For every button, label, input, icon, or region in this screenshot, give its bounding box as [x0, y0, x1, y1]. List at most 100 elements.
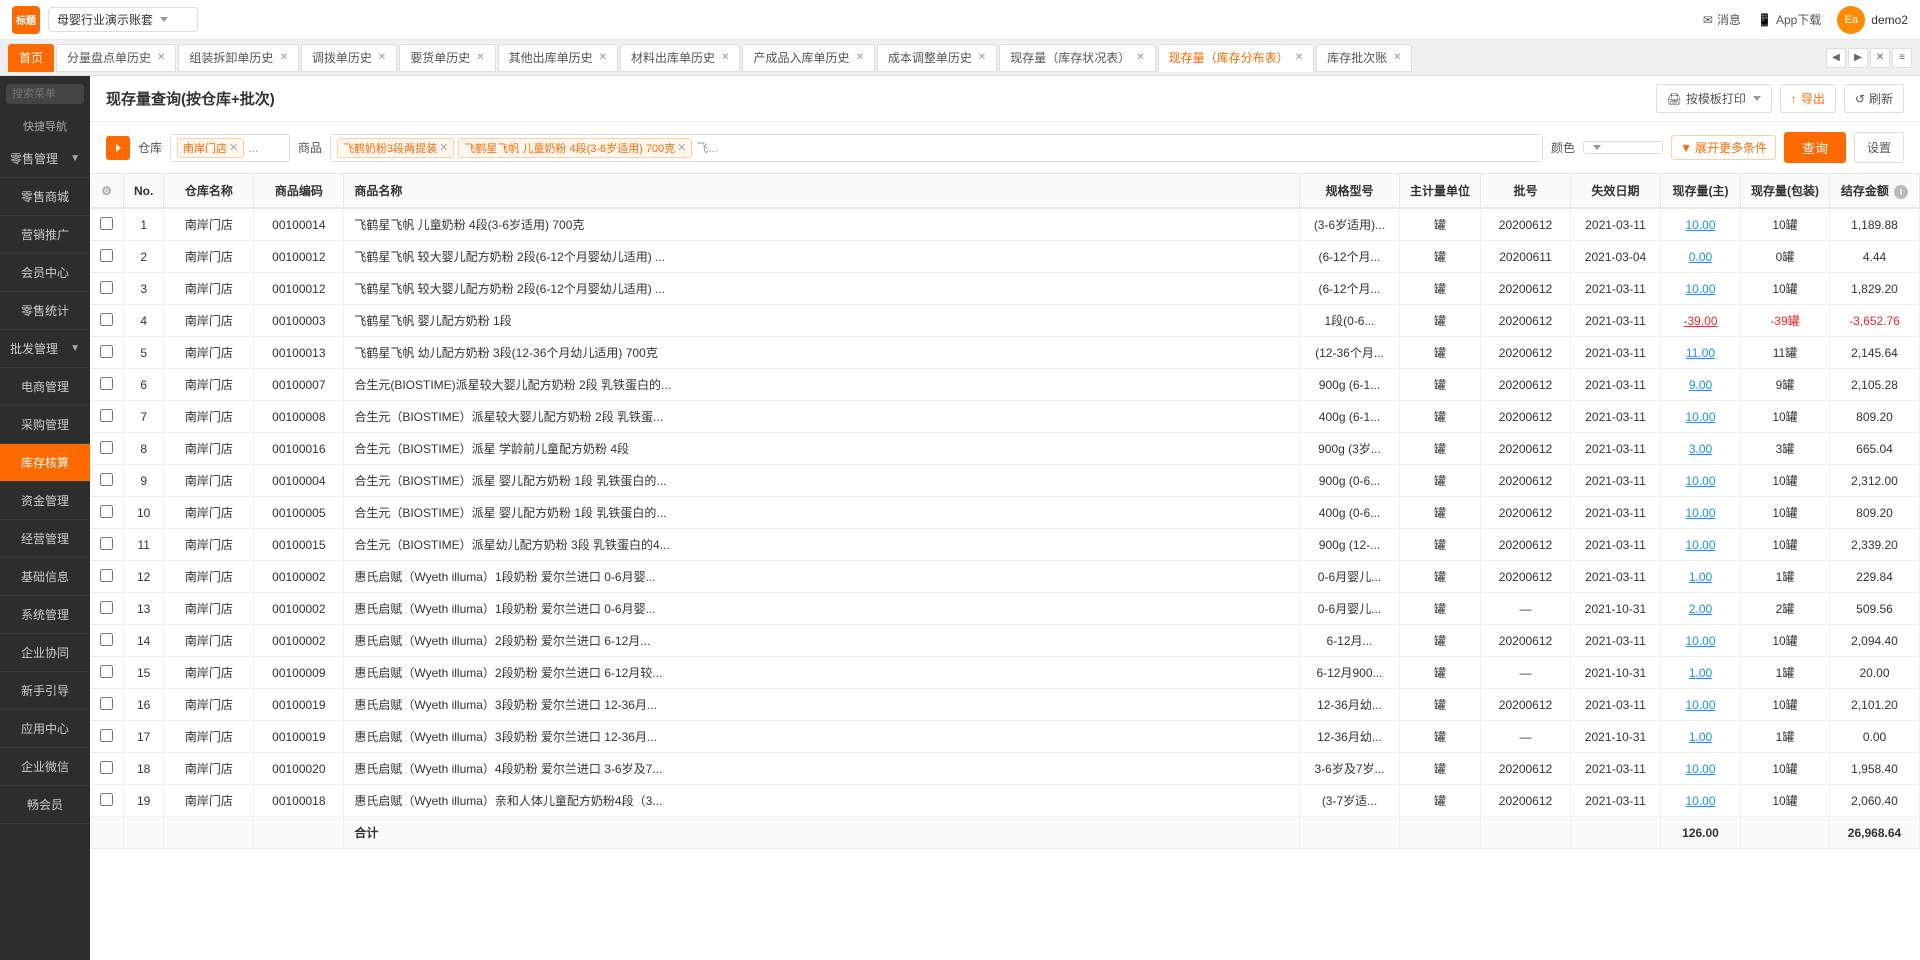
stock-main-link[interactable]: 2.00: [1689, 602, 1712, 616]
tab-split-history[interactable]: 分量盘点单历史 ✕: [56, 44, 176, 72]
sidebar-item-app-center[interactable]: 应用中心: [0, 710, 90, 748]
row-check-input[interactable]: [100, 473, 113, 486]
stock-main-link[interactable]: 1.00: [1689, 570, 1712, 584]
tab-cost-adjust-close-icon[interactable]: ✕: [978, 52, 986, 63]
row-checkbox[interactable]: [90, 273, 124, 305]
row-checkbox[interactable]: [90, 497, 124, 529]
sidebar-item-ecommerce[interactable]: 电商管理: [0, 368, 90, 406]
sidebar-item-inventory[interactable]: 库存核算: [0, 444, 90, 482]
tab-product-in[interactable]: 产成品入库单历史 ✕: [742, 44, 874, 72]
row-check-input[interactable]: [100, 409, 113, 422]
row-checkbox[interactable]: [90, 753, 124, 785]
row-stock-main[interactable]: -39.00: [1661, 305, 1741, 337]
row-checkbox[interactable]: [90, 593, 124, 625]
row-check-input[interactable]: [100, 761, 113, 774]
row-checkbox[interactable]: [90, 369, 124, 401]
row-check-input[interactable]: [100, 729, 113, 742]
print-button[interactable]: 🖨 按模板打印: [1656, 84, 1772, 113]
sidebar-item-retail-store[interactable]: 零售商城: [0, 178, 90, 216]
search-input[interactable]: [6, 84, 84, 104]
stock-main-link[interactable]: 10.00: [1685, 634, 1715, 648]
row-checkbox[interactable]: [90, 689, 124, 721]
row-checkbox[interactable]: [90, 625, 124, 657]
row-stock-main[interactable]: 3.00: [1661, 433, 1741, 465]
stock-main-link[interactable]: 10.00: [1685, 282, 1715, 296]
product-filter-tags[interactable]: 飞鹤奶粉3段两提装 ✕ 飞鹤星飞帆 儿童奶粉 4段(3-6岁适用) 700克 ✕…: [330, 134, 1543, 162]
row-check-input[interactable]: [100, 793, 113, 806]
stock-main-link[interactable]: 10.00: [1685, 538, 1715, 552]
row-checkbox[interactable]: [90, 529, 124, 561]
row-checkbox[interactable]: [90, 465, 124, 497]
row-check-input[interactable]: [100, 313, 113, 326]
stock-main-link[interactable]: 3.00: [1689, 442, 1712, 456]
tab-home[interactable]: 首页: [8, 44, 54, 72]
stock-main-link[interactable]: 1.00: [1689, 666, 1712, 680]
sidebar-item-welfare[interactable]: 畅会员: [0, 786, 90, 824]
warehouse-filter-tags[interactable]: 南岸门店 ✕ ...: [170, 134, 290, 162]
sidebar-item-enterprise-micro[interactable]: 企业微信: [0, 748, 90, 786]
sidebar-item-base[interactable]: 基础信息: [0, 558, 90, 596]
tab-disassemble-close-icon[interactable]: ✕: [279, 52, 287, 63]
tab-mix[interactable]: 调拨单历史 ✕: [301, 44, 397, 72]
tab-disassemble[interactable]: 组装拆卸单历史 ✕: [178, 44, 298, 72]
stock-main-link[interactable]: 10.00: [1685, 410, 1715, 424]
settings-icon[interactable]: ⚙: [101, 184, 112, 198]
row-checkbox[interactable]: [90, 337, 124, 369]
row-stock-main[interactable]: 2.00: [1661, 593, 1741, 625]
row-check-input[interactable]: [100, 537, 113, 550]
row-stock-main[interactable]: 10.00: [1661, 465, 1741, 497]
row-stock-main[interactable]: 1.00: [1661, 721, 1741, 753]
row-stock-main[interactable]: 1.00: [1661, 561, 1741, 593]
sidebar-item-enterprise[interactable]: 企业协同: [0, 634, 90, 672]
row-checkbox[interactable]: [90, 561, 124, 593]
tab-next-button[interactable]: ▶: [1848, 48, 1868, 68]
stock-main-link[interactable]: 11.00: [1686, 346, 1715, 360]
setting-button[interactable]: 设置: [1854, 132, 1904, 163]
row-stock-main[interactable]: 10.00: [1661, 753, 1741, 785]
stock-main-link[interactable]: 0.00: [1689, 250, 1712, 264]
sidebar-item-purchase[interactable]: 采购管理: [0, 406, 90, 444]
row-checkbox[interactable]: [90, 241, 124, 273]
sidebar-item-ops[interactable]: 经营管理: [0, 520, 90, 558]
tab-stock-dist[interactable]: 现存量（库存分布表） ✕: [1158, 44, 1314, 72]
tab-close-all-button[interactable]: ✕: [1870, 48, 1890, 68]
product-tag-1-delete-icon[interactable]: ✕: [677, 141, 686, 154]
row-check-input[interactable]: [100, 569, 113, 582]
tab-prev-button[interactable]: ◀: [1826, 48, 1846, 68]
tab-stock-dist-close-icon[interactable]: ✕: [1295, 52, 1303, 63]
stock-main-link[interactable]: 10.00: [1685, 698, 1715, 712]
row-stock-main[interactable]: 0.00: [1661, 241, 1741, 273]
row-stock-main[interactable]: 10.00: [1661, 273, 1741, 305]
row-checkbox[interactable]: [90, 208, 124, 241]
row-stock-main[interactable]: 10.00: [1661, 625, 1741, 657]
row-check-input[interactable]: [100, 441, 113, 454]
row-check-input[interactable]: [100, 697, 113, 710]
row-stock-main[interactable]: 1.00: [1661, 657, 1741, 689]
row-checkbox[interactable]: [90, 433, 124, 465]
row-check-input[interactable]: [100, 249, 113, 262]
row-check-input[interactable]: [100, 217, 113, 230]
row-stock-main[interactable]: 10.00: [1661, 208, 1741, 241]
stock-main-link[interactable]: 1.00: [1689, 730, 1712, 744]
row-stock-main[interactable]: 10.00: [1661, 497, 1741, 529]
tab-other-out-close-icon[interactable]: ✕: [599, 52, 607, 63]
sidebar-item-finance[interactable]: 资金管理: [0, 482, 90, 520]
tab-stock-status[interactable]: 现存量（库存状况表） ✕: [999, 44, 1155, 72]
row-stock-main[interactable]: 10.00: [1661, 401, 1741, 433]
row-checkbox[interactable]: [90, 305, 124, 337]
row-check-input[interactable]: [100, 633, 113, 646]
tab-material-out-close-icon[interactable]: ✕: [721, 52, 729, 63]
refresh-button[interactable]: ↺ 刷新: [1844, 84, 1904, 113]
row-check-input[interactable]: [100, 377, 113, 390]
tab-cost-adjust[interactable]: 成本调整单历史 ✕: [877, 44, 997, 72]
query-button[interactable]: 查询: [1784, 132, 1846, 163]
sidebar-item-new-guide[interactable]: 新手引导: [0, 672, 90, 710]
tab-requisition[interactable]: 要货单历史 ✕: [399, 44, 495, 72]
sidebar-item-wholesale[interactable]: 批发管理 ▼: [0, 330, 90, 368]
expand-filter-button[interactable]: ▼ 展开更多条件: [1671, 135, 1776, 160]
row-check-input[interactable]: [100, 345, 113, 358]
tab-other-out[interactable]: 其他出库单历史 ✕: [498, 44, 618, 72]
stock-main-link[interactable]: -39.00: [1683, 314, 1717, 328]
warehouse-tag-delete-icon[interactable]: ✕: [229, 141, 238, 154]
row-checkbox[interactable]: [90, 721, 124, 753]
